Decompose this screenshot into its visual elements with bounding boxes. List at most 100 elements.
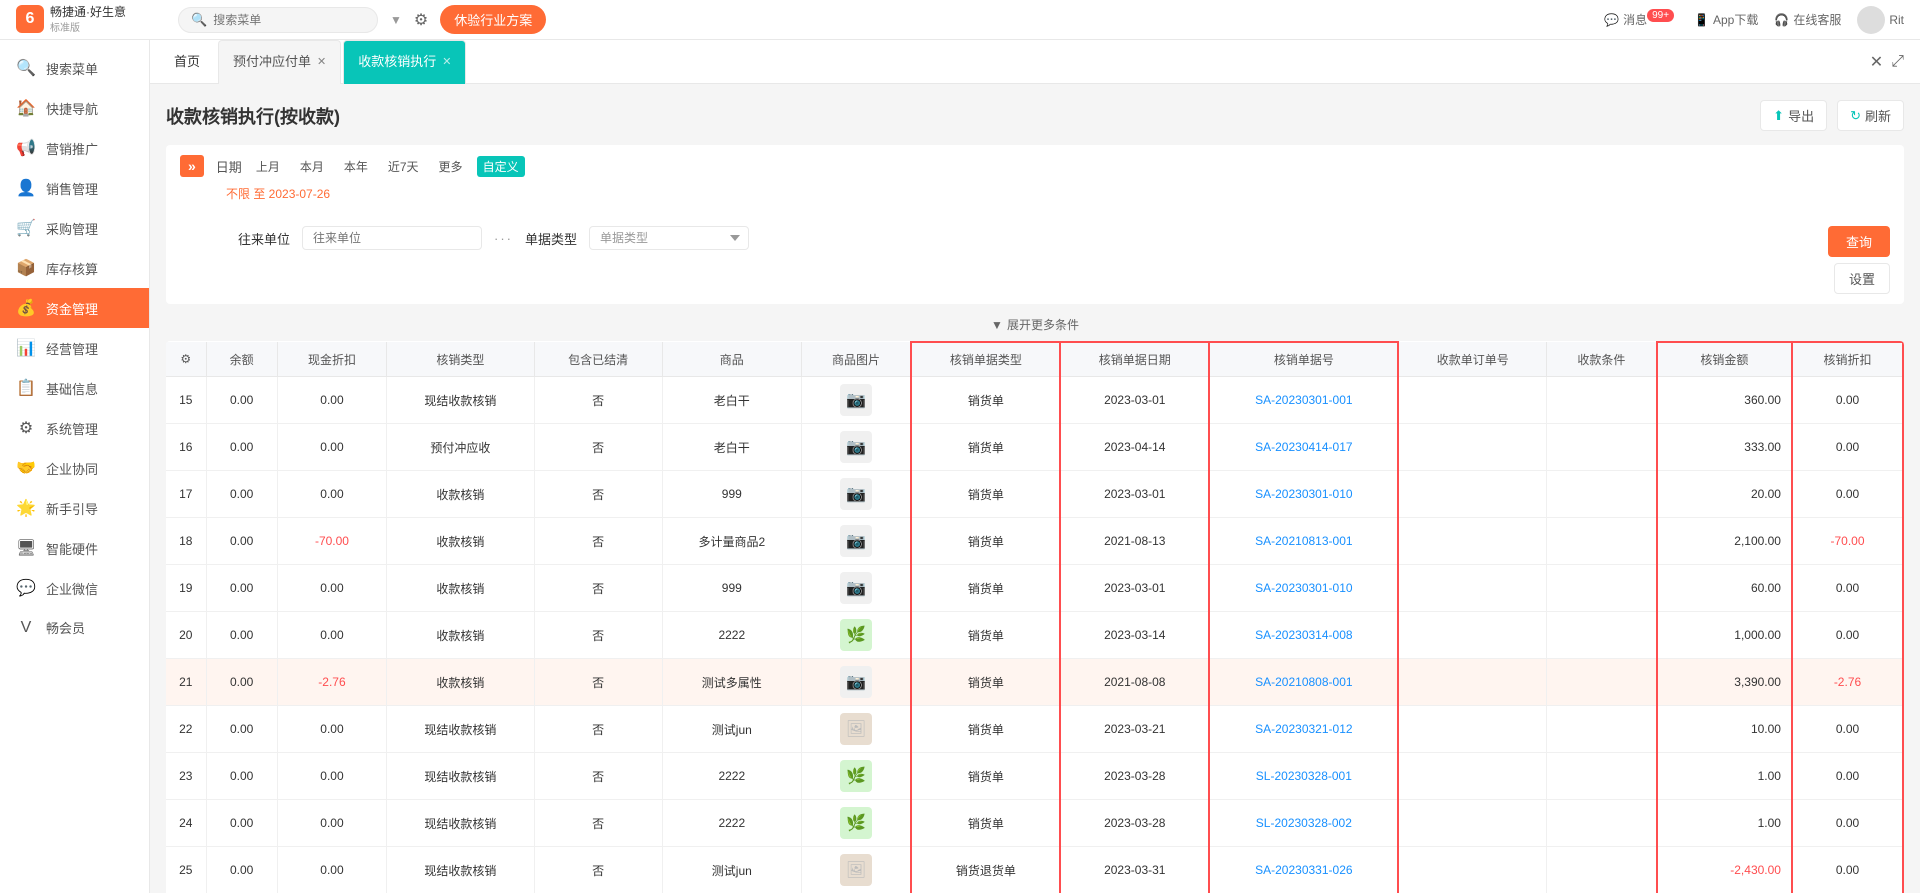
sidebar-item-marketing[interactable]: 📢 营销推广 bbox=[0, 128, 149, 168]
row-no: 18 bbox=[166, 518, 206, 565]
voucher-no-link[interactable]: SA-20230314-008 bbox=[1255, 628, 1352, 642]
filter-settings-btn[interactable]: 设置 bbox=[1834, 263, 1890, 294]
table-row: 16 0.00 0.00 预付冲应收 否 老白干 📷 销货单 2023-04-1… bbox=[166, 424, 1903, 471]
sidebar-item-finance[interactable]: 💰 资金管理 bbox=[0, 288, 149, 328]
tab-collection[interactable]: 收款核销执行 ✕ bbox=[343, 40, 466, 84]
voucher-no-link[interactable]: SA-20230331-026 bbox=[1255, 863, 1352, 877]
app-download-label: App下载 bbox=[1713, 11, 1758, 28]
col-settings[interactable]: ⚙ bbox=[166, 342, 206, 377]
voucher-no-link[interactable]: SA-20230301-001 bbox=[1255, 393, 1352, 407]
row-include-settled: 否 bbox=[534, 518, 662, 565]
voucher-no-link[interactable]: SA-20210808-001 bbox=[1255, 675, 1352, 689]
voucher-no-link[interactable]: SL-20230328-002 bbox=[1256, 816, 1352, 830]
row-cash-discount: 0.00 bbox=[277, 706, 386, 753]
sidebar-item-wechat[interactable]: 💬 企业微信 bbox=[0, 568, 149, 608]
from-unit-input[interactable] bbox=[302, 226, 482, 250]
row-cancel-discount: 0.00 bbox=[1792, 565, 1903, 612]
sidebar-item-inventory[interactable]: 📦 库存核算 bbox=[0, 248, 149, 288]
sidebar-item-basic[interactable]: 📋 基础信息 bbox=[0, 368, 149, 408]
search-input[interactable] bbox=[213, 13, 353, 27]
sidebar-item-hardware[interactable]: 🖥 智能硬件 bbox=[0, 528, 149, 568]
maximize-tab-btn[interactable]: ⤢ bbox=[1891, 53, 1904, 71]
message-btn[interactable]: 💬 消息 99+ bbox=[1604, 11, 1678, 28]
col-cancel-type: 核销类型 bbox=[387, 342, 534, 377]
this-month-btn[interactable]: 本月 bbox=[294, 156, 330, 177]
sidebar-item-purchase[interactable]: 🛒 采购管理 bbox=[0, 208, 149, 248]
from-unit-label: 往来单位 bbox=[238, 229, 290, 248]
date-label: 日期 bbox=[216, 157, 242, 176]
row-collection-condition bbox=[1547, 565, 1657, 612]
row-cancel-amount: 360.00 bbox=[1657, 377, 1792, 424]
row-balance: 0.00 bbox=[206, 659, 277, 706]
last-month-btn[interactable]: 上月 bbox=[250, 156, 286, 177]
search-dropdown-btn[interactable]: ▼ bbox=[390, 13, 402, 27]
row-cancel-type: 收款核销 bbox=[387, 518, 534, 565]
data-table: ⚙ 余额 现金折扣 核销类型 包含已结清 商品 商品图片 核销单据类型 核销单据… bbox=[166, 341, 1904, 893]
row-cash-discount: -2.76 bbox=[277, 659, 386, 706]
expand-more-btn[interactable]: ▼ 展开更多条件 bbox=[991, 316, 1079, 333]
sidebar-item-search[interactable]: 🔍 搜索菜单 bbox=[0, 48, 149, 88]
row-cancel-discount: 0.00 bbox=[1792, 706, 1903, 753]
export-btn[interactable]: ⬆ 导出 bbox=[1760, 100, 1827, 131]
date-filter-group: 日期 上月 本月 本年 近7天 更多 自定义 bbox=[216, 156, 525, 177]
filter-expand-btn[interactable]: » bbox=[180, 155, 204, 177]
sidebar-item-business[interactable]: 📊 经营管理 bbox=[0, 328, 149, 368]
row-cash-discount: 0.00 bbox=[277, 471, 386, 518]
row-cancel-discount: 0.00 bbox=[1792, 800, 1903, 847]
tab-bar: 首页 预付冲应付单 ✕ 收款核销执行 ✕ ✕ ⤢ bbox=[150, 40, 1920, 84]
star-icon: 🌟 bbox=[16, 498, 36, 518]
tab-prepay[interactable]: 预付冲应付单 ✕ bbox=[218, 40, 341, 84]
row-no: 22 bbox=[166, 706, 206, 753]
row-include-settled: 否 bbox=[534, 471, 662, 518]
product-image: 📷 bbox=[840, 525, 872, 557]
last-7days-btn[interactable]: 近7天 bbox=[382, 156, 425, 177]
sidebar-item-corp[interactable]: 🤝 企业协同 bbox=[0, 448, 149, 488]
search-bar[interactable]: 🔍 bbox=[178, 7, 378, 33]
row-balance: 0.00 bbox=[206, 424, 277, 471]
sidebar-item-sales[interactable]: 👤 销售管理 bbox=[0, 168, 149, 208]
app-download-btn[interactable]: 📱 App下载 bbox=[1694, 11, 1758, 28]
table-row: 21 0.00 -2.76 收款核销 否 测试多属性 📷 销货单 2021-08… bbox=[166, 659, 1903, 706]
row-product: 老白干 bbox=[662, 424, 801, 471]
row-cancel-voucher-date: 2023-03-01 bbox=[1060, 377, 1209, 424]
voucher-no-link[interactable]: SL-20230328-001 bbox=[1256, 769, 1352, 783]
sidebar-item-system[interactable]: ⚙ 系统管理 bbox=[0, 408, 149, 448]
home-icon: 🏠 bbox=[16, 98, 36, 118]
query-btn[interactable]: 查询 bbox=[1828, 226, 1890, 257]
row-no: 19 bbox=[166, 565, 206, 612]
user-area[interactable]: Rit bbox=[1857, 6, 1904, 34]
tab-prepay-close[interactable]: ✕ bbox=[317, 40, 326, 84]
tab-home[interactable]: 首页 bbox=[158, 40, 216, 84]
more-date-btn[interactable]: 更多 bbox=[433, 156, 469, 177]
industry-btn[interactable]: 休验行业方案 bbox=[440, 5, 546, 34]
tab-collection-close[interactable]: ✕ bbox=[442, 40, 451, 84]
sidebar-item-quick[interactable]: 🏠 快捷导航 bbox=[0, 88, 149, 128]
col-cancel-voucher-date: 核销单据日期 bbox=[1060, 342, 1209, 377]
voucher-no-link[interactable]: SA-20230301-010 bbox=[1255, 487, 1352, 501]
voucher-no-link[interactable]: SA-20230321-012 bbox=[1255, 722, 1352, 736]
row-product-img: 📷 bbox=[801, 377, 911, 424]
refresh-icon: ↻ bbox=[1850, 108, 1861, 124]
voucher-no-link[interactable]: SA-20230414-017 bbox=[1255, 440, 1352, 454]
row-cancel-type: 收款核销 bbox=[387, 565, 534, 612]
main-layout: 🔍 搜索菜单 🏠 快捷导航 📢 营销推广 👤 销售管理 🛒 采购管理 📦 库存核… bbox=[0, 40, 1920, 893]
settings-icon[interactable]: ⚙ bbox=[414, 10, 428, 30]
voucher-no-link[interactable]: SA-20230301-010 bbox=[1255, 581, 1352, 595]
row-cash-discount: 0.00 bbox=[277, 612, 386, 659]
row-product: 测试jun bbox=[662, 847, 801, 893]
row-collection-order-no bbox=[1398, 518, 1546, 565]
custom-date-btn[interactable]: 自定义 bbox=[477, 156, 525, 177]
export-label: 导出 bbox=[1788, 106, 1814, 125]
voucher-type-select[interactable]: 单据类型 bbox=[589, 226, 749, 250]
online-service-btn[interactable]: 🎧 在线客服 bbox=[1774, 11, 1841, 28]
online-service-label: 在线客服 bbox=[1793, 11, 1841, 28]
voucher-no-link[interactable]: SA-20210813-001 bbox=[1255, 534, 1352, 548]
close-tab-btn[interactable]: ✕ bbox=[1870, 52, 1883, 72]
sidebar-item-vip[interactable]: V 畅会员 bbox=[0, 608, 149, 647]
sidebar-item-guide[interactable]: 🌟 新手引导 bbox=[0, 488, 149, 528]
this-year-btn[interactable]: 本年 bbox=[338, 156, 374, 177]
clipboard-icon: 📋 bbox=[16, 378, 36, 398]
row-cancel-discount: -70.00 bbox=[1792, 518, 1903, 565]
table-row: 24 0.00 0.00 现结收款核销 否 2222 🌿 销货单 2023-03… bbox=[166, 800, 1903, 847]
refresh-btn[interactable]: ↻ 刷新 bbox=[1837, 100, 1904, 131]
